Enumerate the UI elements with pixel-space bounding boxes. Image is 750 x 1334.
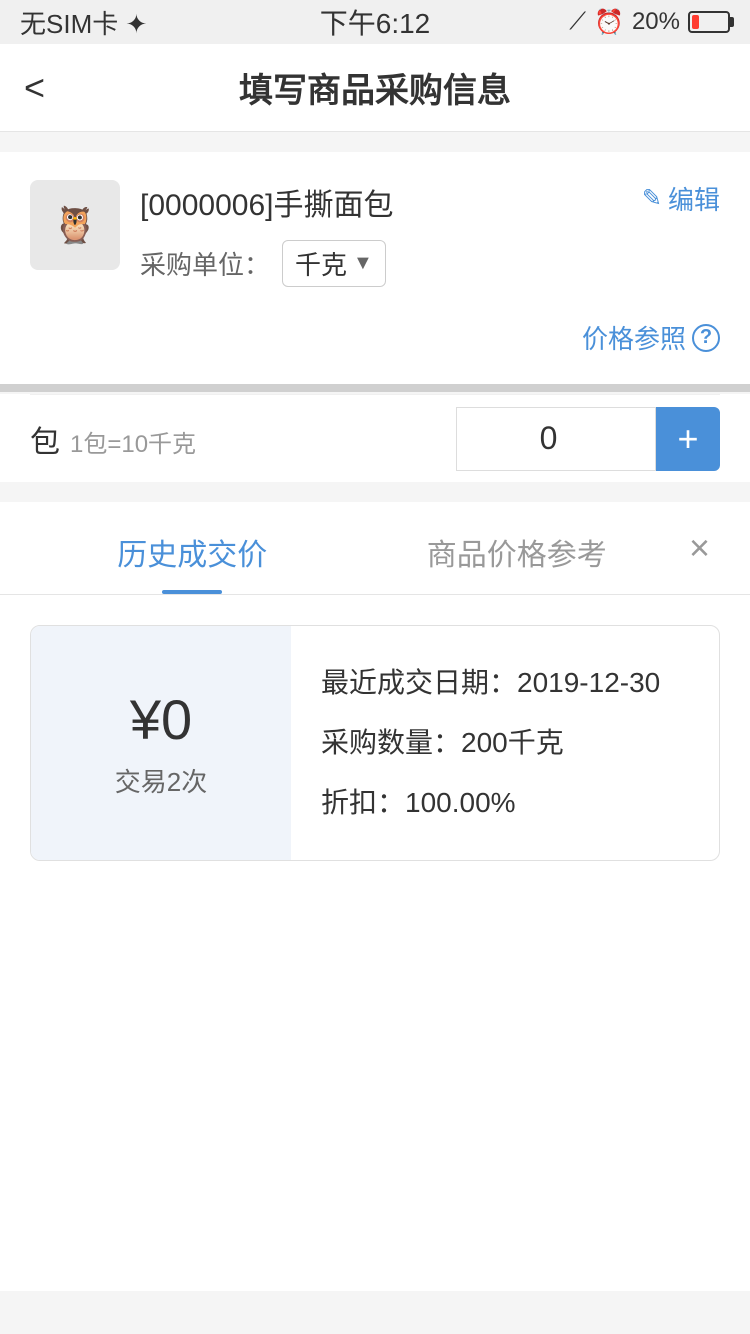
last-date-label: 最近成交日期： (321, 667, 517, 698)
edit-icon: ✎ (642, 184, 662, 213)
location-icon: ⟋ (569, 8, 586, 36)
page-title: 填写商品采购信息 (239, 63, 511, 112)
unit-value: 千克 (295, 245, 347, 282)
product-name: [0000006]手撕面包 (140, 180, 642, 224)
transaction-details: 最近成交日期：2019-12-30 采购数量：200千克 折扣：100.00% (291, 626, 719, 860)
tab-close-button[interactable]: × (679, 517, 720, 579)
tabs-panel: 历史成交价 商品价格参考 × ¥0 交易2次 最近成交日期：2019-12-30 (0, 502, 750, 891)
discount-value: 100.00% (405, 787, 516, 818)
tab-content-area: ¥0 交易2次 最近成交日期：2019-12-30 采购数量：200千克 折扣：… (0, 595, 750, 891)
tab-product-price-ref[interactable]: 商品价格参考 (354, 502, 678, 594)
carrier-text: 无SIM卡 ✦ (20, 4, 147, 41)
quantity-input-area: + (456, 407, 720, 471)
page-header: < 填写商品采购信息 (0, 44, 750, 132)
battery-percent: 20% (632, 8, 680, 36)
quantity-unit-label: 包 (30, 417, 60, 461)
product-card: 🦉 [0000006]手撕面包 采购单位： 千克 ▼ ✎ 编辑 价格参照 (0, 152, 750, 384)
status-time: 下午6:12 (320, 2, 431, 42)
unit-label: 采购单位： (140, 245, 270, 282)
unit-row: 采购单位： 千克 ▼ (140, 240, 642, 287)
last-date-row: 最近成交日期：2019-12-30 (321, 662, 689, 704)
product-thumbnail: 🦉 (30, 180, 120, 270)
unit-select-dropdown[interactable]: 千克 ▼ (282, 240, 386, 287)
product-logo-icon: 🦉 (53, 204, 98, 246)
last-date-value: 2019-12-30 (517, 667, 660, 698)
transaction-price: ¥0 (130, 687, 192, 752)
transaction-card: ¥0 交易2次 最近成交日期：2019-12-30 采购数量：200千克 折扣：… (30, 625, 720, 861)
quantity-conversion-label: 1包=10千克 (70, 424, 196, 459)
edit-button[interactable]: ✎ 编辑 (642, 180, 720, 217)
status-left: 无SIM卡 ✦ (20, 4, 147, 41)
purchase-qty-value: 200千克 (461, 727, 564, 758)
status-right: ⟋ ⏰ 20% (569, 8, 730, 37)
discount-row: 折扣：100.00% (321, 782, 689, 824)
price-value: 0 (161, 688, 192, 751)
trade-count: 交易2次 (115, 762, 207, 799)
dropdown-arrow-icon: ▼ (353, 252, 373, 275)
quantity-input[interactable] (456, 407, 656, 471)
product-info: [0000006]手撕面包 采购单位： 千克 ▼ (140, 180, 642, 287)
tab-product-price-ref-label: 商品价格参考 (427, 539, 607, 572)
tab-history-price-label: 历史成交价 (117, 539, 267, 572)
tab-history-price[interactable]: 历史成交价 (30, 502, 354, 594)
edit-label: 编辑 (668, 180, 720, 217)
tabs-header: 历史成交价 商品价格参考 × (0, 502, 750, 595)
product-left: 🦉 [0000006]手撕面包 采购单位： 千克 ▼ (30, 180, 642, 287)
quantity-label-area: 包 1包=10千克 (30, 417, 196, 461)
status-bar: 无SIM卡 ✦ 下午6:12 ⟋ ⏰ 20% (0, 0, 750, 44)
quantity-section: 包 1包=10千克 + (0, 394, 750, 482)
bottom-area (0, 891, 750, 1291)
transaction-price-summary: ¥0 交易2次 (31, 626, 291, 860)
price-ref-label: 价格参照 (582, 319, 686, 356)
purchase-qty-row: 采购数量：200千克 (321, 722, 689, 764)
product-top-row: 🦉 [0000006]手撕面包 采购单位： 千克 ▼ ✎ 编辑 (30, 180, 720, 287)
quantity-plus-button[interactable]: + (656, 407, 720, 471)
help-icon: ? (692, 324, 720, 352)
price-reference-button[interactable]: 价格参照 ? (582, 319, 720, 356)
back-button[interactable]: < (24, 67, 45, 109)
discount-label: 折扣： (321, 787, 405, 818)
battery-icon (688, 11, 730, 33)
separator (0, 384, 750, 392)
currency-symbol: ¥ (130, 688, 161, 751)
alarm-icon: ⏰ (594, 8, 624, 37)
purchase-qty-label: 采购数量： (321, 727, 461, 758)
quantity-row: 包 1包=10千克 + (30, 394, 720, 482)
